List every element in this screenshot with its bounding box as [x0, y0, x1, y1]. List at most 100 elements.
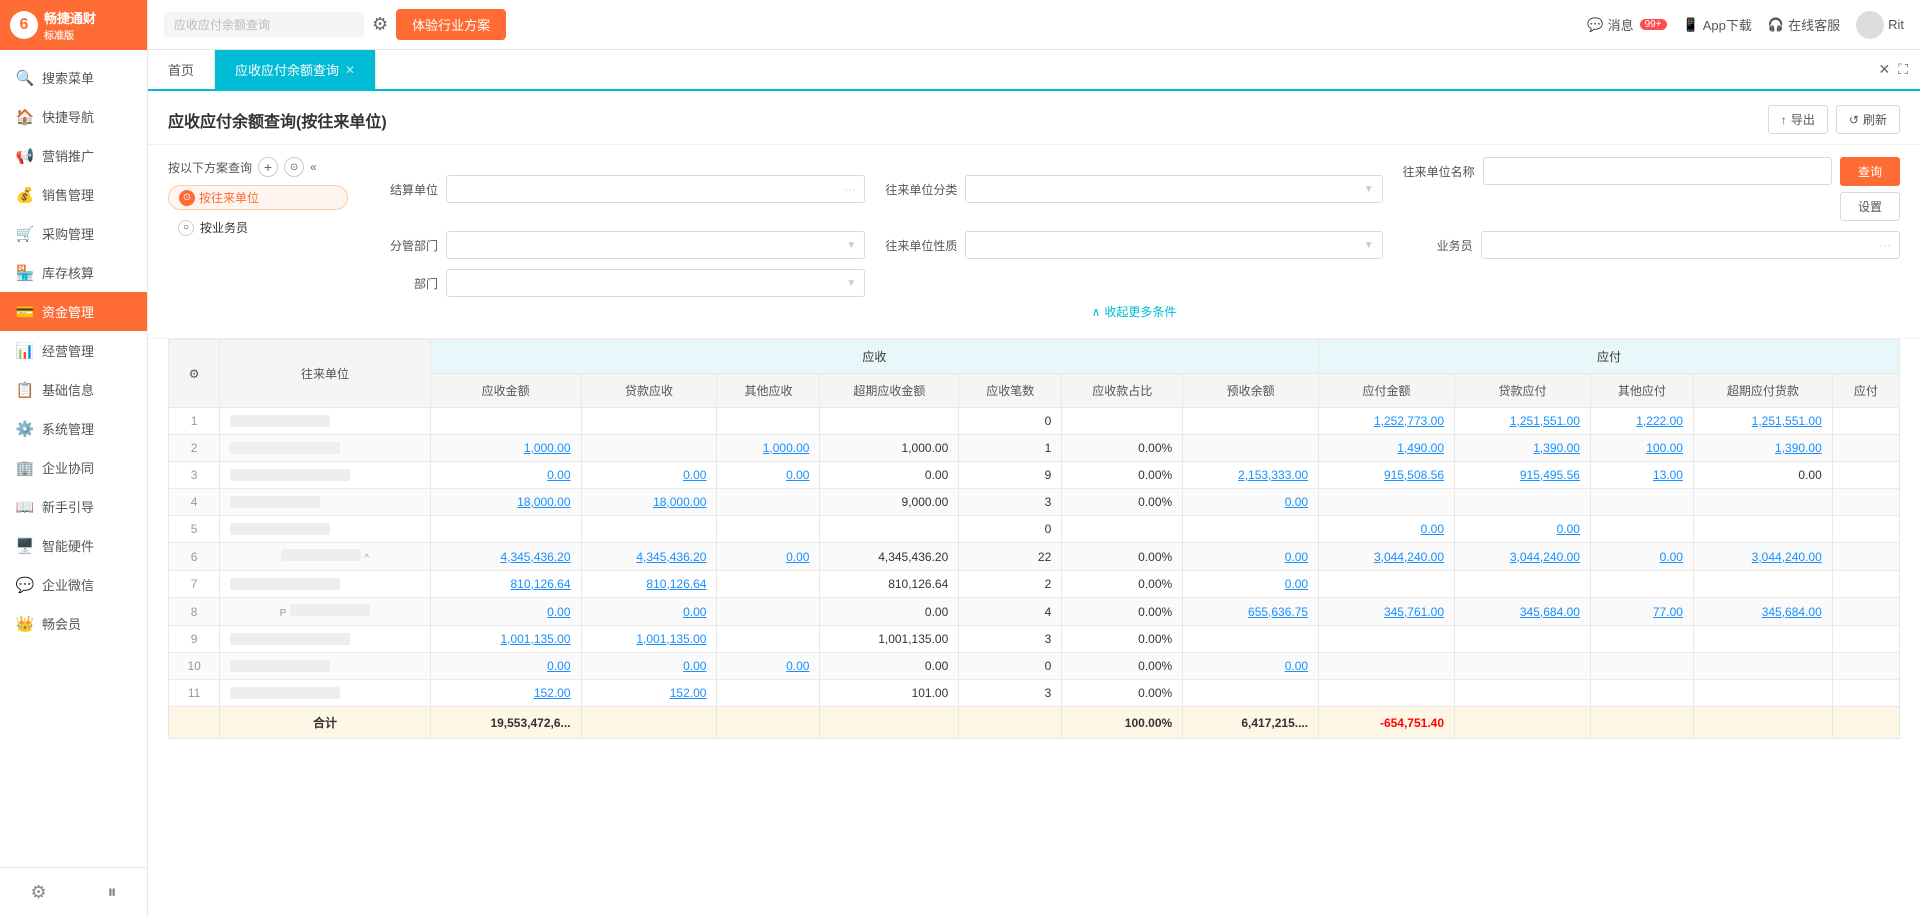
ar-amount-cell[interactable]: 1,000.00	[430, 435, 581, 462]
ar-amount-cell[interactable]: 0.00	[430, 653, 581, 680]
sidebar-item-marketing[interactable]: 📢 营销推广	[0, 136, 147, 175]
ar-amount-cell[interactable]: 4,345,436.20	[430, 543, 581, 571]
sidebar-item-business[interactable]: 📊 经营管理	[0, 331, 147, 370]
ap-amount-cell[interactable]: 1,252,773.00	[1319, 408, 1455, 435]
ar-loan-cell[interactable]: 0.00	[581, 462, 717, 489]
sidebar-item-quick-nav[interactable]: 🏠 快捷导航	[0, 97, 147, 136]
ar-other-cell[interactable]: 0.00	[717, 653, 820, 680]
filter-collapse-arrow[interactable]: «	[310, 160, 317, 174]
app-download-item[interactable]: 📱 App下载	[1683, 15, 1752, 34]
sidebar-item-member[interactable]: 👑 畅会员	[0, 604, 147, 643]
filter-fields-area: 结算单位 ··· 往来单位分类 ▼	[368, 157, 1900, 326]
notification-item[interactable]: 💬 消息 99+	[1587, 15, 1666, 34]
tab-close-icon[interactable]: ✕	[345, 63, 355, 77]
advance-cell[interactable]: 0.00	[1183, 489, 1319, 516]
settlement-input[interactable]: ···	[446, 175, 865, 203]
ap-amount-cell[interactable]: 345,761.00	[1319, 598, 1455, 626]
collapse-footer-btn[interactable]: ⏸	[102, 876, 123, 909]
dept-manager-input[interactable]: ▼	[446, 231, 865, 259]
ar-amount-cell[interactable]: 0.00	[430, 462, 581, 489]
sidebar-item-sales[interactable]: 💰 销售管理	[0, 175, 147, 214]
ap-amount-cell[interactable]: 1,490.00	[1319, 435, 1455, 462]
tab-expand-icon[interactable]: ⛶	[1898, 61, 1908, 78]
ar-other-cell[interactable]: 1,000.00	[717, 435, 820, 462]
ap-amount-cell[interactable]: 915,508.56	[1319, 462, 1455, 489]
tab-ar-ap[interactable]: 应收应付余额查询 ✕	[215, 50, 376, 89]
online-service-item[interactable]: 🎧 在线客服	[1768, 15, 1840, 34]
ap-overdue-cell[interactable]: 1,390.00	[1693, 435, 1832, 462]
partner-cat-input[interactable]: ▼	[965, 175, 1382, 203]
advance-cell[interactable]: 0.00	[1183, 571, 1319, 598]
user-item[interactable]: Rit	[1856, 11, 1904, 39]
refresh-button[interactable]: ↺ 刷新	[1836, 105, 1900, 134]
header-gear-icon[interactable]: ⚙	[372, 14, 388, 35]
scheme-by-salesman[interactable]: ○ 按业务员	[168, 216, 348, 239]
ap-other-cell[interactable]: 13.00	[1590, 462, 1693, 489]
dept-input[interactable]: ▼	[446, 269, 865, 297]
ar-amount-cell[interactable]: 810,126.64	[430, 571, 581, 598]
query-button[interactable]: 查询	[1840, 157, 1900, 186]
sidebar-item-search[interactable]: 🔍 搜索菜单	[0, 58, 147, 97]
partner-name-input[interactable]	[1483, 157, 1832, 185]
advance-cell[interactable]: 0.00	[1183, 543, 1319, 571]
ap-loan-cell[interactable]: 0.00	[1455, 516, 1591, 543]
sidebar-item-inventory[interactable]: 🏪 库存核算	[0, 253, 147, 292]
ar-amount-cell[interactable]: 18,000.00	[430, 489, 581, 516]
sidebar-item-wechat[interactable]: 💬 企业微信	[0, 565, 147, 604]
ar-loan-cell[interactable]: 1,001,135.00	[581, 626, 717, 653]
ar-loan-cell[interactable]: 18,000.00	[581, 489, 717, 516]
row-num: 7	[169, 571, 220, 598]
filter-field-dept-manager: 分管部门 ▼	[368, 231, 865, 259]
tab-close-all-icon[interactable]: ✕	[1878, 61, 1890, 78]
sidebar-item-guide[interactable]: 📖 新手引导	[0, 487, 147, 526]
ap-overdue-cell[interactable]: 3,044,240.00	[1693, 543, 1832, 571]
ar-loan-cell[interactable]: 152.00	[581, 680, 717, 707]
ap-other-cell[interactable]: 77.00	[1590, 598, 1693, 626]
ap-overdue-cell[interactable]: 345,684.00	[1693, 598, 1832, 626]
advance-cell[interactable]: 0.00	[1183, 653, 1319, 680]
ar-loan-cell[interactable]: 0.00	[581, 598, 717, 626]
ap-loan-cell[interactable]: 1,251,551.00	[1455, 408, 1591, 435]
ap-other-cell[interactable]: 0.00	[1590, 543, 1693, 571]
ap-amount-cell[interactable]: 3,044,240.00	[1319, 543, 1455, 571]
ap-loan-cell[interactable]: 3,044,240.00	[1455, 543, 1591, 571]
trial-button[interactable]: 体验行业方案	[396, 9, 506, 40]
setting-button[interactable]: 设置	[1840, 192, 1900, 221]
ar-amount-cell[interactable]: 0.00	[430, 598, 581, 626]
advance-cell[interactable]: 2,153,333.00	[1183, 462, 1319, 489]
partner-nature-input[interactable]: ▼	[965, 231, 1382, 259]
settings-footer-btn[interactable]: ⚙	[24, 876, 52, 909]
sidebar-label-business: 经营管理	[42, 341, 94, 360]
ar-amount-cell[interactable]: 152.00	[430, 680, 581, 707]
advance-cell[interactable]: 655,636.75	[1183, 598, 1319, 626]
table-gear-icon[interactable]: ⚙	[189, 367, 200, 381]
ap-other-cell[interactable]: 100.00	[1590, 435, 1693, 462]
sidebar-item-basic[interactable]: 📋 基础信息	[0, 370, 147, 409]
ar-other-cell[interactable]: 0.00	[717, 543, 820, 571]
ar-loan-cell[interactable]: 4,345,436.20	[581, 543, 717, 571]
sidebar-item-system[interactable]: ⚙️ 系统管理	[0, 409, 147, 448]
salesman-input[interactable]: ···	[1481, 231, 1900, 259]
ap-loan-cell[interactable]: 1,390.00	[1455, 435, 1591, 462]
scheme-by-partner[interactable]: ⊙ 按往来单位	[168, 185, 348, 210]
collapse-button[interactable]: ∧ 收起更多条件	[368, 297, 1900, 326]
ar-other-cell[interactable]: 0.00	[717, 462, 820, 489]
ap-loan-cell[interactable]: 345,684.00	[1455, 598, 1591, 626]
sidebar-item-corp[interactable]: 🏢 企业协同	[0, 448, 147, 487]
filter-edit-button[interactable]: ⊙	[284, 157, 304, 177]
ar-amount-cell[interactable]: 1,001,135.00	[430, 626, 581, 653]
ap-amount-cell[interactable]: 0.00	[1319, 516, 1455, 543]
ar-loan-cell[interactable]: 810,126.64	[581, 571, 717, 598]
sidebar-item-hardware[interactable]: 🖥️ 智能硬件	[0, 526, 147, 565]
sidebar-item-finance[interactable]: 💳 资金管理	[0, 292, 147, 331]
filter-add-button[interactable]: +	[258, 157, 278, 177]
salesman-label: 业务员	[1403, 237, 1473, 254]
ap-overdue-cell[interactable]: 1,251,551.00	[1693, 408, 1832, 435]
ap-other-cell[interactable]: 1,222.00	[1590, 408, 1693, 435]
col-gear[interactable]: ⚙	[169, 340, 220, 408]
export-button[interactable]: ↑ 导出	[1768, 105, 1828, 134]
tab-home[interactable]: 首页	[148, 50, 215, 89]
ar-loan-cell[interactable]: 0.00	[581, 653, 717, 680]
sidebar-item-purchase[interactable]: 🛒 采购管理	[0, 214, 147, 253]
ap-loan-cell[interactable]: 915,495.56	[1455, 462, 1591, 489]
